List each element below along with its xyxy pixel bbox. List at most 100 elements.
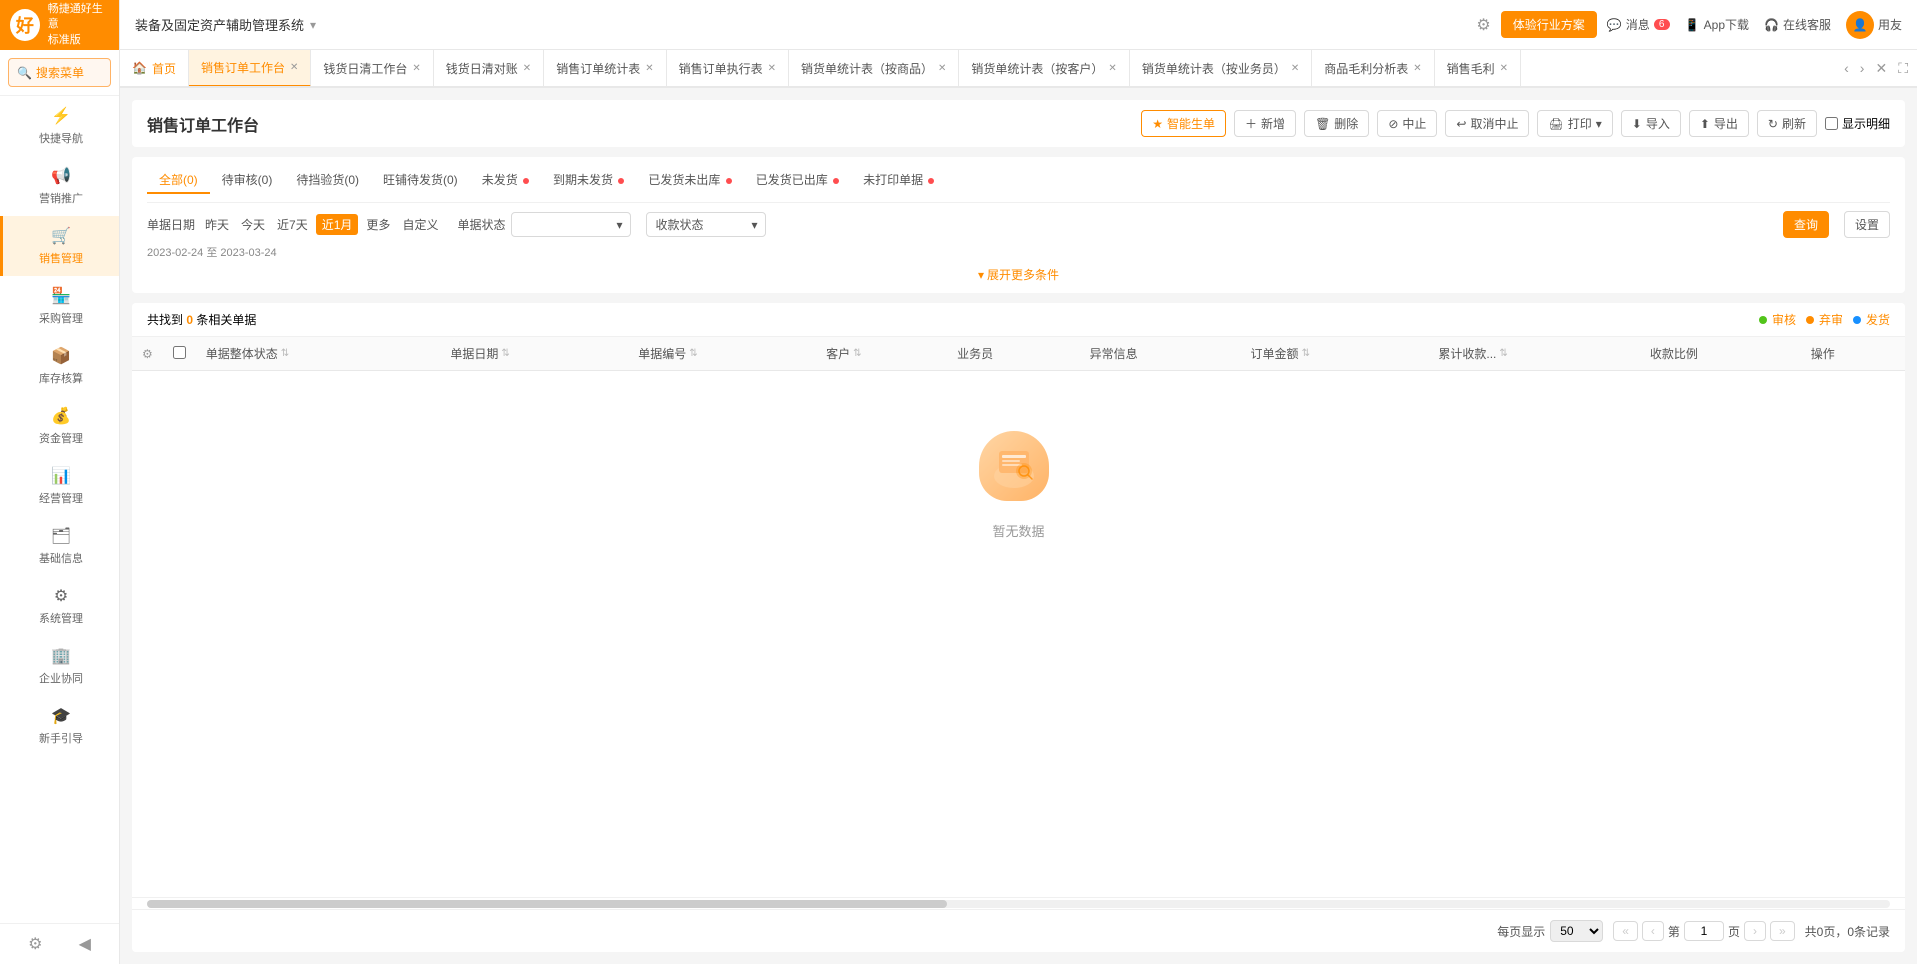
search-menu-button[interactable]: 🔍 搜索菜单: [8, 58, 111, 87]
sidebar-item-system[interactable]: ⚙ 系统管理: [0, 576, 119, 636]
import-button[interactable]: ⬇ 导入: [1621, 110, 1681, 137]
th-sort-doc-date[interactable]: 单据日期 ⇅: [450, 345, 618, 362]
topbar-gear-icon[interactable]: ⚙: [1476, 15, 1490, 35]
review-dot: [1759, 316, 1767, 324]
stop-button[interactable]: ⊘ 中止: [1377, 110, 1437, 137]
print-dropdown-icon: ▾: [1596, 117, 1602, 131]
status-select[interactable]: ▾: [511, 212, 631, 237]
tab-close-icon[interactable]: ✕: [1291, 63, 1299, 74]
expand-conditions-button[interactable]: ▾ 展开更多条件: [978, 266, 1059, 283]
tab-sales-salesman[interactable]: 销货单统计表（按业务员） ✕: [1130, 50, 1312, 87]
filter-tab-shipped-not-out[interactable]: 已发货未出库: [636, 167, 743, 194]
first-page-button[interactable]: «: [1613, 921, 1638, 941]
th-checkbox[interactable]: [163, 337, 196, 371]
tab-close-icon[interactable]: ✕: [412, 63, 420, 74]
filter-tab-overdue-ship[interactable]: 到期未发货: [541, 167, 636, 194]
th-sort-amount[interactable]: 订单金额 ⇅: [1251, 345, 1419, 362]
next-page-button[interactable]: ›: [1744, 921, 1766, 941]
smart-create-button[interactable]: ★ 智能生单: [1141, 110, 1226, 137]
filter-tab-pending-review[interactable]: 待审核(0): [210, 167, 285, 194]
export-button[interactable]: ⬆ 导出: [1689, 110, 1749, 137]
filter-tab-wangpu-ship[interactable]: 旺铺待发货(0): [371, 167, 470, 194]
th-sort-received[interactable]: 累计收款... ⇅: [1438, 345, 1630, 362]
tab-sales-customer[interactable]: 销货单统计表（按客户） ✕: [959, 50, 1129, 87]
tab-next-icon[interactable]: ›: [1856, 58, 1869, 78]
tab-close-icon[interactable]: ✕: [645, 63, 653, 74]
filter-tab-shipped-out[interactable]: 已发货已出库: [744, 167, 851, 194]
prev-page-button[interactable]: ‹: [1642, 921, 1664, 941]
message-button[interactable]: 💬 消息 6: [1607, 16, 1670, 33]
sidebar-item-purchase[interactable]: 🏪 采购管理: [0, 276, 119, 336]
date-opt-7days[interactable]: 近7天: [273, 214, 312, 235]
sidebar-item-quick-nav[interactable]: ⚡ 快捷导航: [0, 96, 119, 156]
settings-icon[interactable]: ⚙: [28, 934, 42, 954]
tab-home[interactable]: 🏠 首页: [120, 50, 189, 87]
industry-btn[interactable]: 体验行业方案: [1501, 11, 1597, 38]
select-all-checkbox[interactable]: [173, 346, 186, 359]
payment-status-select[interactable]: 收款状态 ▾: [646, 212, 766, 237]
tab-close-icon[interactable]: ✕: [938, 63, 946, 74]
sidebar-item-finance[interactable]: 💰 资金管理: [0, 396, 119, 456]
date-opt-yesterday[interactable]: 昨天: [201, 214, 233, 235]
cancel-stop-button[interactable]: ↩ 取消中止: [1445, 110, 1529, 137]
last-page-button[interactable]: »: [1770, 921, 1795, 941]
date-opt-more[interactable]: 更多: [362, 214, 394, 235]
show-detail-checkbox[interactable]: 显示明细: [1825, 115, 1890, 132]
tab-close-all-icon[interactable]: ✕: [1871, 58, 1891, 79]
tab-margin-analysis[interactable]: 商品毛利分析表 ✕: [1312, 50, 1434, 87]
review-action-button[interactable]: 审核: [1759, 311, 1796, 328]
th-sort-customer[interactable]: 客户 ⇅: [826, 345, 937, 362]
tab-sales-execute[interactable]: 销售订单执行表 ✕: [667, 50, 789, 87]
tab-prev-icon[interactable]: ‹: [1840, 58, 1853, 78]
tab-close-icon[interactable]: ✕: [768, 63, 776, 74]
sidebar-item-enterprise[interactable]: 🏢 企业协同: [0, 636, 119, 696]
tab-close-icon[interactable]: ✕: [1108, 63, 1116, 74]
filter-tab-pending-inspect[interactable]: 待挡验货(0): [284, 167, 371, 194]
th-sort-doc-no[interactable]: 单据编号 ⇅: [638, 345, 806, 362]
tab-cash-reconcile[interactable]: 钱货日清对账 ✕: [434, 50, 544, 87]
th-setting[interactable]: ⚙: [132, 337, 163, 371]
tab-sales-workbench[interactable]: 销售订单工作台 ✕: [189, 50, 311, 87]
filter-tab-all[interactable]: 全部(0): [147, 167, 210, 194]
query-button[interactable]: 查询: [1783, 211, 1829, 238]
tab-sales-product[interactable]: 销货单统计表（按商品） ✕: [789, 50, 959, 87]
tab-fullscreen-icon[interactable]: ⛶: [1894, 58, 1912, 79]
sidebar-item-inventory[interactable]: 📦 库存核算: [0, 336, 119, 396]
user-menu-button[interactable]: 👤 用友: [1846, 11, 1902, 39]
system-dropdown-icon[interactable]: ▾: [310, 18, 316, 32]
sidebar-item-basic[interactable]: 🗂 基础信息: [0, 516, 119, 576]
per-page-select[interactable]: 50 10 20 100: [1550, 920, 1603, 942]
tab-close-icon[interactable]: ✕: [1413, 63, 1421, 74]
date-opt-today[interactable]: 今天: [237, 214, 269, 235]
date-opt-1month[interactable]: 近1月: [316, 214, 359, 235]
app-download-button[interactable]: 📱 App下载: [1685, 16, 1749, 33]
sidebar-item-marketing[interactable]: 📢 营销推广: [0, 156, 119, 216]
tab-sales-stat[interactable]: 销售订单统计表 ✕: [544, 50, 666, 87]
add-button[interactable]: ＋ 新增: [1234, 110, 1296, 137]
sidebar-item-sales[interactable]: 🛒 销售管理: [0, 216, 119, 276]
page-number-input[interactable]: [1684, 921, 1724, 941]
delete-button[interactable]: 🗑 删除: [1304, 110, 1369, 137]
tab-sales-margin[interactable]: 销售毛利 ✕: [1435, 50, 1521, 87]
cancel-review-action-button[interactable]: 弃审: [1806, 311, 1843, 328]
filter-tab-not-shipped[interactable]: 未发货: [470, 167, 541, 194]
scroll-thumb[interactable]: [147, 900, 947, 908]
collapse-icon[interactable]: ◀: [79, 934, 91, 954]
tab-close-icon[interactable]: ✕: [523, 63, 531, 74]
print-button[interactable]: 🖨 打印 ▾: [1537, 110, 1612, 137]
sidebar-item-operations[interactable]: 📊 经营管理: [0, 456, 119, 516]
setting-button[interactable]: 设置: [1844, 211, 1890, 238]
sidebar-item-guide[interactable]: 🎓 新手引导: [0, 696, 119, 756]
online-service-button[interactable]: 🎧 在线客服: [1764, 16, 1831, 33]
tab-cash-daily[interactable]: 钱货日清工作台 ✕: [311, 50, 433, 87]
tab-close-icon[interactable]: ✕: [290, 62, 298, 73]
filter-tab-not-printed[interactable]: 未打印单据: [851, 167, 946, 194]
date-opt-custom[interactable]: 自定义: [398, 214, 442, 235]
th-sort-doc-status[interactable]: 单据整体状态 ⇅: [206, 345, 431, 362]
horizontal-scrollbar[interactable]: [132, 897, 1905, 909]
ship-action-button[interactable]: 发货: [1853, 311, 1890, 328]
refresh-button[interactable]: ↻ 刷新: [1757, 110, 1817, 137]
sidebar-search-area: 🔍 搜索菜单: [0, 50, 119, 96]
show-detail-input[interactable]: [1825, 117, 1838, 130]
tab-close-icon[interactable]: ✕: [1500, 63, 1508, 74]
